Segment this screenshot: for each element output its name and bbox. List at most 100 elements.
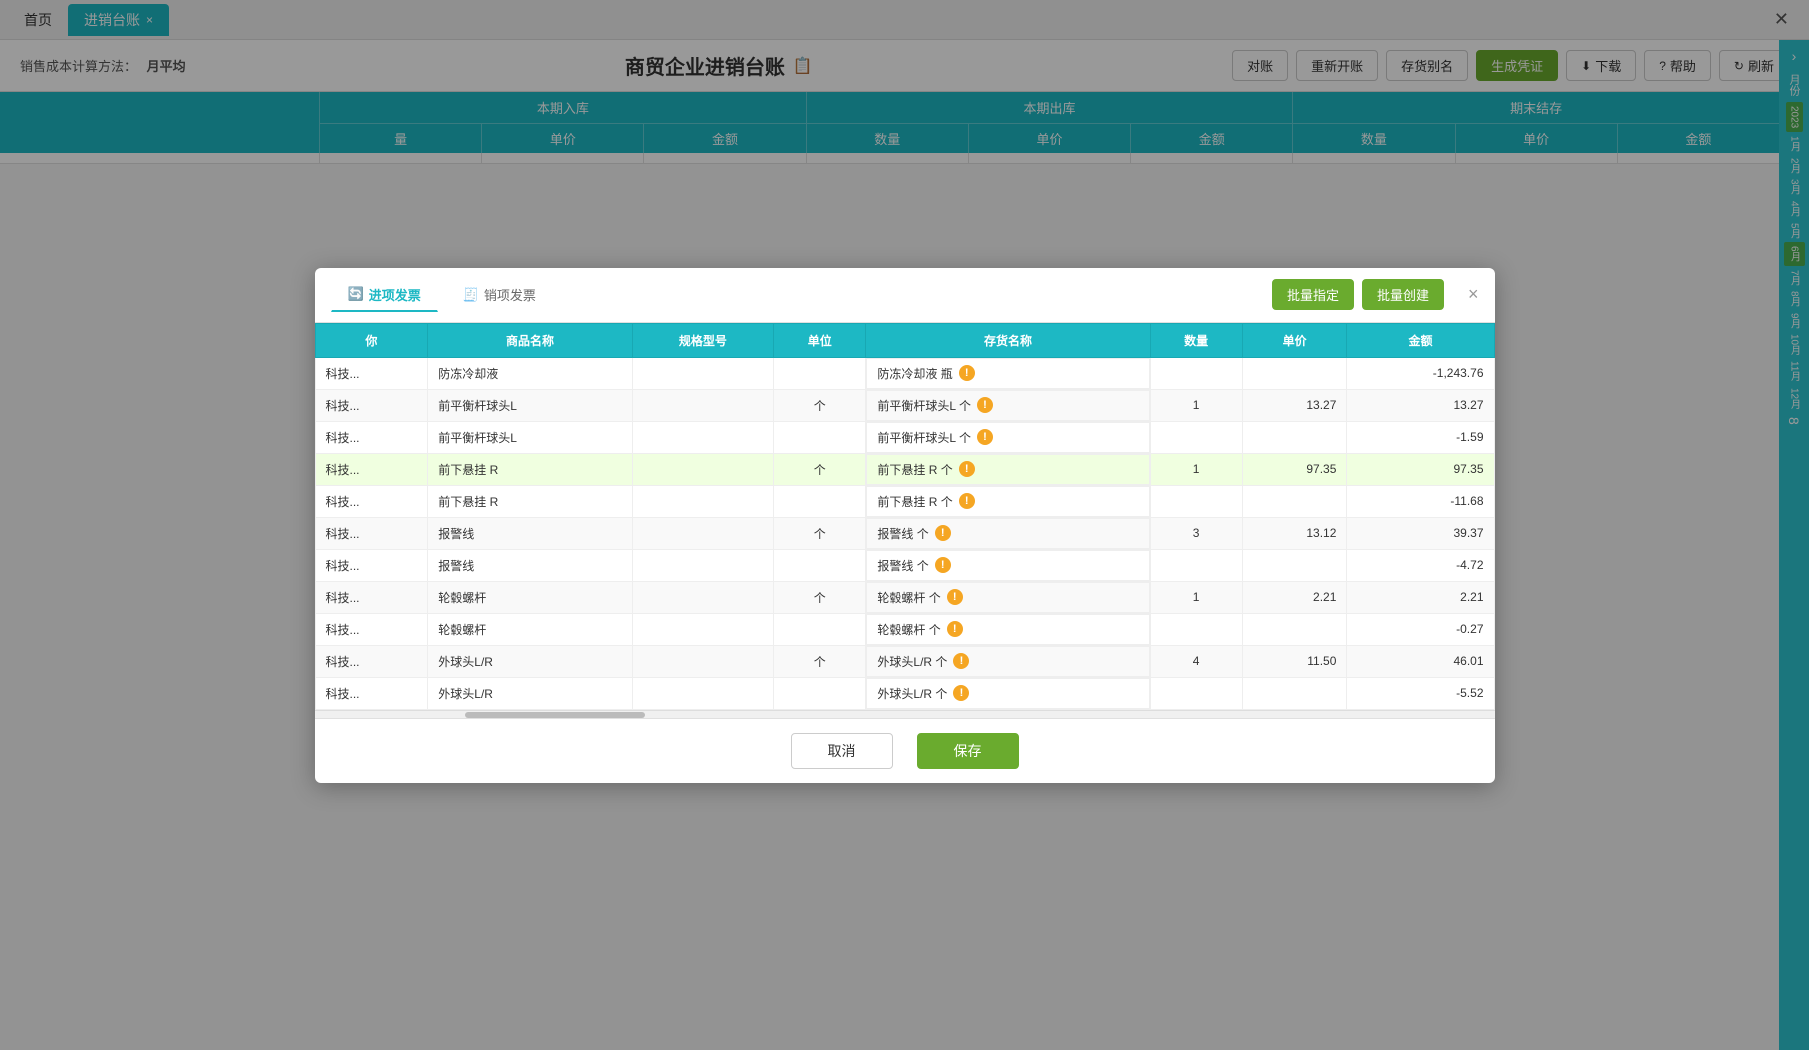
table-cell: 科技... [315, 357, 428, 389]
batch-assign-button[interactable]: 批量指定 [1272, 279, 1354, 310]
save-button[interactable]: 保存 [917, 733, 1019, 769]
table-cell: 科技... [315, 613, 428, 645]
table-cell: 科技... [315, 549, 428, 581]
table-cell: 科技... [315, 485, 428, 517]
invoices-table: 你 商品名称 规格型号 单位 存货名称 数量 单价 金额 科技...防冻冷却液防… [315, 323, 1495, 710]
table-cell: 前平衡杆球头L [428, 421, 632, 453]
table-cell [1242, 677, 1347, 709]
table-cell [1150, 421, 1242, 453]
table-cell [632, 581, 773, 613]
table-cell: 前下悬挂 R [428, 485, 632, 517]
table-row: 科技...外球头L/R外球头L/R 个!-5.52 [315, 677, 1494, 709]
table-cell [1150, 677, 1242, 709]
table-cell: -5.52 [1347, 677, 1494, 709]
table-row: 科技...前下悬挂 R个前下悬挂 R 个!197.3597.35 [315, 453, 1494, 485]
inventory-cell: 防冻冷却液 瓶! [866, 358, 1149, 389]
cancel-button[interactable]: 取消 [791, 733, 893, 769]
warn-icon[interactable]: ! [977, 397, 993, 413]
table-cell: 97.35 [1242, 453, 1347, 485]
table-cell: 13.12 [1242, 517, 1347, 549]
modal-header: 🔄 进项发票 🧾 销项发票 批量指定 批量创建 × [315, 268, 1495, 323]
th-amount: 金额 [1347, 323, 1494, 357]
table-cell [1242, 485, 1347, 517]
table-cell: 个 [774, 389, 866, 421]
th-product-name: 商品名称 [428, 323, 632, 357]
table-cell: 13.27 [1242, 389, 1347, 421]
modal-scroll-thumb[interactable] [465, 712, 645, 718]
inventory-cell: 前平衡杆球头L 个! [866, 422, 1149, 453]
table-cell: 报警线 [428, 549, 632, 581]
table-cell [774, 485, 866, 517]
table-cell: 11.50 [1242, 645, 1347, 677]
inventory-cell: 轮毂螺杆 个! [866, 582, 1149, 613]
table-cell: 前下悬挂 R [428, 453, 632, 485]
inventory-cell: 前下悬挂 R 个! [866, 454, 1149, 485]
table-cell: 1 [1150, 389, 1242, 421]
table-cell: 2.21 [1347, 581, 1494, 613]
warn-icon[interactable]: ! [935, 557, 951, 573]
warn-icon[interactable]: ! [959, 461, 975, 477]
modal-table-wrapper: 你 商品名称 规格型号 单位 存货名称 数量 单价 金额 科技...防冻冷却液防… [315, 323, 1495, 710]
table-cell [774, 549, 866, 581]
table-cell: -4.72 [1347, 549, 1494, 581]
table-cell [774, 421, 866, 453]
table-cell [1150, 549, 1242, 581]
table-cell [632, 421, 773, 453]
inventory-cell: 前平衡杆球头L 个! [866, 390, 1149, 421]
table-cell: 前平衡杆球头L [428, 389, 632, 421]
table-row: 科技...前平衡杆球头L个前平衡杆球头L 个!113.2713.27 [315, 389, 1494, 421]
warn-icon[interactable]: ! [959, 493, 975, 509]
table-row: 科技...轮毂螺杆个轮毂螺杆 个!12.212.21 [315, 581, 1494, 613]
table-cell: 防冻冷却液 [428, 357, 632, 389]
table-cell [774, 357, 866, 389]
table-row: 科技...前平衡杆球头L前平衡杆球头L 个!-1.59 [315, 421, 1494, 453]
batch-create-button[interactable]: 批量创建 [1362, 279, 1444, 310]
th-spec: 规格型号 [632, 323, 773, 357]
table-cell: 1 [1150, 581, 1242, 613]
table-cell: 个 [774, 453, 866, 485]
table-cell [632, 453, 773, 485]
warn-icon[interactable]: ! [947, 621, 963, 637]
table-cell [774, 613, 866, 645]
table-row: 科技...前下悬挂 R前下悬挂 R 个!-11.68 [315, 485, 1494, 517]
table-cell: 2.21 [1242, 581, 1347, 613]
warn-icon[interactable]: ! [935, 525, 951, 541]
table-row: 科技...报警线个报警线 个!313.1239.37 [315, 517, 1494, 549]
table-cell: 4 [1150, 645, 1242, 677]
warn-icon[interactable]: ! [959, 365, 975, 381]
table-row: 科技...轮毂螺杆轮毂螺杆 个!-0.27 [315, 613, 1494, 645]
warn-icon[interactable]: ! [977, 429, 993, 445]
table-cell: -1,243.76 [1347, 357, 1494, 389]
modal-scrollbar[interactable] [315, 710, 1495, 718]
table-cell [1242, 357, 1347, 389]
warn-icon[interactable]: ! [947, 589, 963, 605]
table-cell [1150, 357, 1242, 389]
table-cell: 科技... [315, 581, 428, 613]
table-row: 科技...报警线报警线 个!-4.72 [315, 549, 1494, 581]
warn-icon[interactable]: ! [953, 653, 969, 669]
modal-footer: 取消 保存 [315, 718, 1495, 783]
warn-icon[interactable]: ! [953, 685, 969, 701]
table-cell: 外球头L/R [428, 677, 632, 709]
tab-incoming-invoices[interactable]: 🔄 进项发票 [331, 278, 438, 312]
incoming-icon: 🔄 [348, 286, 364, 302]
table-cell [632, 389, 773, 421]
inventory-cell: 报警线 个! [866, 518, 1149, 549]
table-cell [632, 549, 773, 581]
table-cell [632, 613, 773, 645]
table-cell [632, 645, 773, 677]
table-row: 科技...防冻冷却液 防冻冷却液 瓶! -1,243.76 [315, 357, 1494, 389]
table-cell: 97.35 [1347, 453, 1494, 485]
table-cell: -0.27 [1347, 613, 1494, 645]
modal-close-button[interactable]: × [1468, 284, 1479, 305]
table-cell [632, 357, 773, 389]
table-cell: -1.59 [1347, 421, 1494, 453]
modal-action-buttons: 批量指定 批量创建 [1272, 279, 1444, 310]
table-cell: 46.01 [1347, 645, 1494, 677]
table-cell [632, 485, 773, 517]
table-cell [1150, 613, 1242, 645]
modal-overlay: 🔄 进项发票 🧾 销项发票 批量指定 批量创建 × 你 商品名称 规格型号 [0, 0, 1809, 1050]
table-row: 科技...外球头L/R个外球头L/R 个!411.5046.01 [315, 645, 1494, 677]
inventory-cell: 外球头L/R 个! [866, 678, 1149, 709]
tab-outgoing-invoices[interactable]: 🧾 销项发票 [446, 278, 553, 311]
